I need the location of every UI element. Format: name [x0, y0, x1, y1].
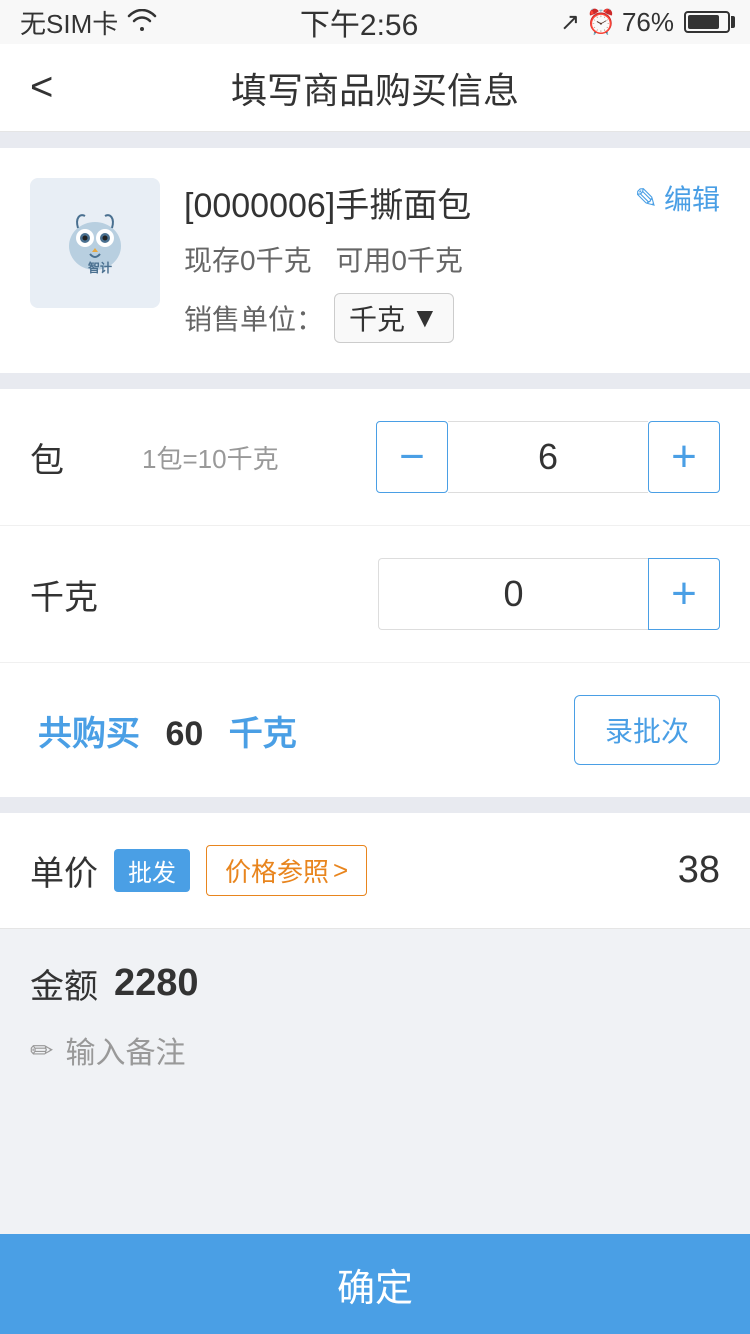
status-right: ↗ ⏰ 76% — [560, 7, 730, 38]
section-divider-1 — [0, 373, 750, 389]
edit-label: 编辑 — [664, 178, 720, 218]
alarm-icon: ⏰ — [586, 8, 616, 37]
kg-input[interactable] — [378, 558, 648, 630]
edit-button[interactable]: ✎ 编辑 — [635, 178, 720, 218]
status-time: 下午2:56 — [300, 0, 418, 44]
confirm-button: 确定 — [337, 1257, 413, 1312]
wifi-icon — [126, 7, 158, 38]
unit-select[interactable]: 千克 ▼ — [334, 293, 454, 343]
battery-icon — [684, 11, 730, 33]
amount-value: 2280 — [114, 962, 199, 1005]
kg-label: 千克 — [30, 570, 130, 619]
content-area: 智计 [0000006]手撕面包 现存0千克 可用0千克 销售单位： 千克 ▼ … — [0, 132, 750, 1229]
amount-row: 金额 2280 — [30, 959, 720, 1008]
top-divider — [0, 132, 750, 148]
price-type-tag: 批发 — [114, 849, 190, 892]
minus-icon: − — [399, 432, 425, 482]
bag-unit-label: 1包=10千克 — [142, 439, 279, 476]
location-icon: ↗ — [560, 8, 580, 37]
back-icon: < — [30, 65, 53, 109]
bag-input[interactable] — [448, 421, 648, 493]
confirm-bar[interactable]: 确定 — [0, 1234, 750, 1334]
kg-plus-button[interactable]: + — [648, 558, 720, 630]
bag-label: 包 — [30, 433, 130, 482]
price-section: 单价 批发 价格参照 > 38 — [0, 813, 750, 928]
product-logo: 智计 — [60, 208, 130, 278]
amount-label: 金额 — [30, 959, 98, 1008]
status-left: 无SIM卡 — [20, 4, 158, 41]
batch-button[interactable]: 录批次 — [574, 695, 720, 765]
svg-text:智计: 智计 — [87, 260, 112, 275]
carrier-label: 无SIM卡 — [20, 4, 118, 41]
price-value: 38 — [678, 849, 720, 892]
page-title: 填写商品购买信息 — [231, 62, 519, 114]
nav-bar: < 填写商品购买信息 — [0, 44, 750, 132]
total-unit: 千克 — [229, 715, 297, 753]
product-image: 智计 — [30, 178, 160, 308]
section-divider-2 — [0, 797, 750, 813]
remark-row[interactable]: ✏ 输入备注 — [30, 1028, 720, 1072]
form-section: 包 1包=10千克 − + 千克 + — [0, 389, 750, 663]
product-stock: 现存0千克 可用0千克 — [184, 239, 720, 279]
bag-minus-button[interactable]: − — [376, 421, 448, 493]
plus-icon-2: + — [671, 569, 697, 619]
unit-prefix: 销售单位： — [184, 298, 324, 338]
kg-row: 千克 + — [0, 526, 750, 663]
total-text: 共购买 60 千克 — [30, 706, 305, 755]
bag-row: 包 1包=10千克 − + — [0, 389, 750, 526]
bag-input-group: − + — [376, 421, 720, 493]
battery-percentage: 76% — [622, 7, 674, 38]
edit-icon: ✎ — [635, 182, 658, 215]
stock-label: 现存0千克 — [184, 245, 312, 276]
price-ref-label: 价格参照 — [225, 852, 329, 889]
price-ref-button[interactable]: 价格参照 > — [206, 845, 367, 896]
remark-label: 输入备注 — [65, 1028, 185, 1072]
price-ref-arrow-icon: > — [333, 855, 348, 886]
total-row: 共购买 60 千克 录批次 — [0, 663, 750, 797]
product-unit: 销售单位： 千克 ▼ — [184, 293, 720, 343]
product-card: 智计 [0000006]手撕面包 现存0千克 可用0千克 销售单位： 千克 ▼ … — [0, 148, 750, 373]
total-value: 60 — [165, 715, 203, 753]
pencil-icon: ✏ — [30, 1034, 53, 1067]
unit-value: 千克 — [349, 298, 405, 338]
bag-plus-button[interactable]: + — [648, 421, 720, 493]
available-label: 可用0千克 — [335, 245, 463, 276]
status-bar: 无SIM卡 下午2:56 ↗ ⏰ 76% — [0, 0, 750, 44]
back-button[interactable]: < — [30, 65, 53, 110]
unit-chevron-icon: ▼ — [411, 302, 439, 334]
plus-icon: + — [671, 432, 697, 482]
kg-input-group: + — [378, 558, 720, 630]
total-prefix: 共购买 — [38, 715, 140, 753]
price-label: 单价 — [30, 846, 98, 895]
amount-section: 金额 2280 ✏ 输入备注 — [0, 929, 750, 1129]
